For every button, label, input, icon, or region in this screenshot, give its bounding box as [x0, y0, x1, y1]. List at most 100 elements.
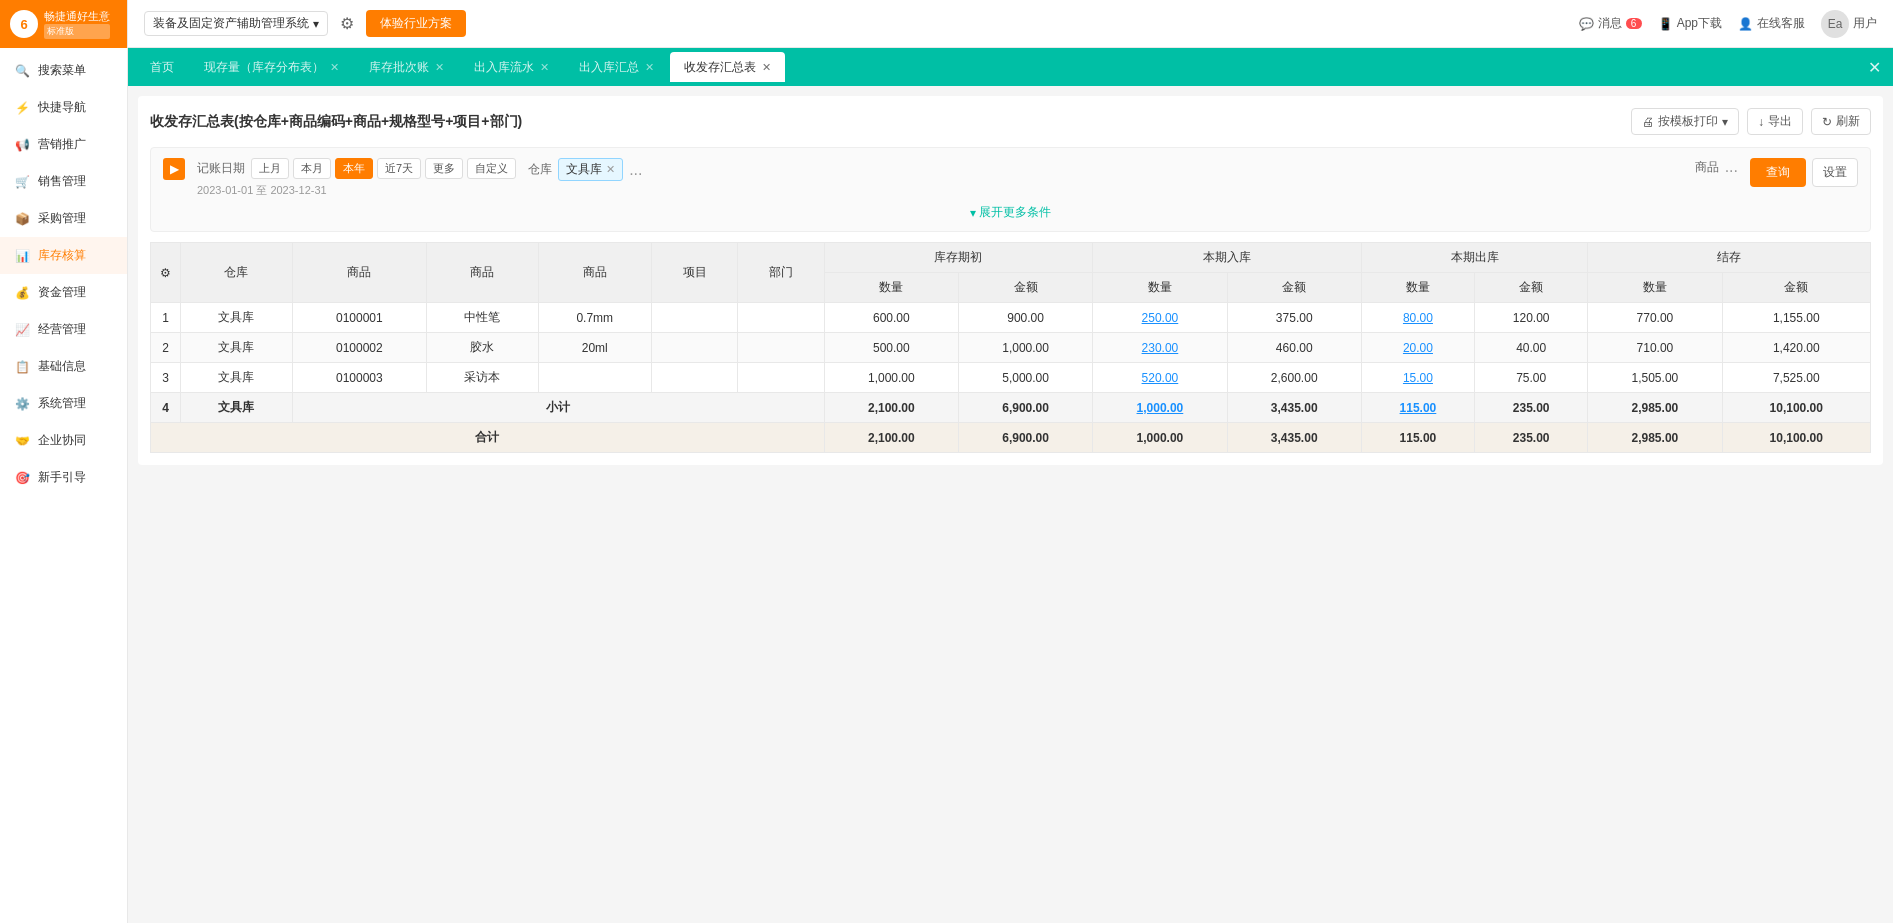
sidebar-item-quicknav[interactable]: ⚡ 快捷导航 — [0, 89, 127, 126]
sub-out-qty[interactable]: 115.00 — [1361, 393, 1474, 423]
sidebar-label-system: 系统管理 — [38, 395, 86, 412]
expand-conditions-btn[interactable]: ▾ 展开更多条件 — [970, 204, 1051, 221]
date-btn-this-month[interactable]: 本月 — [293, 158, 331, 179]
message-action[interactable]: 💬 消息 6 — [1579, 15, 1642, 32]
logo-text-block: 畅捷通好生意 标准版 — [44, 9, 110, 38]
total-out-qty: 115.00 — [1361, 423, 1474, 453]
total-out-amt: 235.00 — [1475, 423, 1588, 453]
finance-icon: 💰 — [14, 285, 30, 301]
warehouse-tag-close[interactable]: ✕ — [606, 163, 615, 176]
sidebar-item-coop[interactable]: 🤝 企业协同 — [0, 422, 127, 459]
row-out-qty[interactable]: 80.00 — [1361, 303, 1474, 333]
th-group-out: 本期出库 — [1361, 243, 1587, 273]
total-label: 合计 — [151, 423, 825, 453]
sidebar: 6 畅捷通好生意 标准版 🔍 搜索菜单 ⚡ 快捷导航 📢 营销推广 🛒 销售管理… — [0, 0, 128, 923]
tab-batch-ledger[interactable]: 库存批次账 ✕ — [355, 52, 458, 82]
sidebar-item-sales[interactable]: 🛒 销售管理 — [0, 163, 127, 200]
purchase-icon: 📦 — [14, 211, 30, 227]
online-service-action[interactable]: 👤 在线客服 — [1738, 15, 1805, 32]
inventory-icon: 📊 — [14, 248, 30, 264]
date-btn-more[interactable]: 更多 — [425, 158, 463, 179]
query-button[interactable]: 查询 — [1750, 158, 1806, 187]
chevron-print-icon: ▾ — [1722, 115, 1728, 129]
sidebar-label-purchase: 采购管理 — [38, 210, 86, 227]
row-warehouse: 文具库 — [181, 363, 293, 393]
sidebar-item-system[interactable]: ⚙️ 系统管理 — [0, 385, 127, 422]
row-goods-spec: 0.7mm — [538, 303, 651, 333]
table-settings-icon[interactable]: ⚙ — [160, 266, 171, 280]
tab-inout-flow-close[interactable]: ✕ — [540, 61, 549, 74]
total-opening-qty: 2,100.00 — [824, 423, 958, 453]
sidebar-item-newguide[interactable]: 🎯 新手引导 — [0, 459, 127, 496]
sidebar-item-search[interactable]: 🔍 搜索菜单 — [0, 52, 127, 89]
filter-collapse-btn[interactable]: ▶ — [163, 158, 185, 180]
row-out-qty[interactable]: 15.00 — [1361, 363, 1474, 393]
date-btn-custom[interactable]: 自定义 — [467, 158, 516, 179]
system-selector[interactable]: 装备及固定资产辅助管理系统 ▾ — [144, 11, 328, 36]
system-title: 装备及固定资产辅助管理系统 — [153, 15, 309, 32]
tab-inout-summary-close[interactable]: ✕ — [645, 61, 654, 74]
sidebar-item-marketing[interactable]: 📢 营销推广 — [0, 126, 127, 163]
warehouse-more[interactable]: ... — [629, 161, 642, 179]
row-in-amt: 375.00 — [1227, 303, 1361, 333]
row-closing-amt: 1,155.00 — [1722, 303, 1870, 333]
page-title: 收发存汇总表(按仓库+商品编码+商品+规格型号+项目+部门) — [150, 113, 522, 131]
row-out-qty[interactable]: 20.00 — [1361, 333, 1474, 363]
th-group-in: 本期入库 — [1093, 243, 1362, 273]
sidebar-label-baseinfo: 基础信息 — [38, 358, 86, 375]
setting-button[interactable]: 设置 — [1812, 158, 1858, 187]
date-btn-7days[interactable]: 近7天 — [377, 158, 421, 179]
warehouse-tag: 文具库 ✕ — [558, 158, 623, 181]
goods-more[interactable]: ... — [1725, 158, 1738, 176]
tab-stock-dist-close[interactable]: ✕ — [330, 61, 339, 74]
tab-collect-summary-close[interactable]: ✕ — [762, 61, 771, 74]
th-out-amt: 金额 — [1475, 273, 1588, 303]
th-project: 项目 — [651, 243, 737, 303]
tab-inout-summary[interactable]: 出入库汇总 ✕ — [565, 52, 668, 82]
logo-icon: 6 — [10, 10, 38, 38]
tab-bar: 首页 现存量（库存分布表） ✕ 库存批次账 ✕ 出入库流水 ✕ 出入库汇总 ✕ … — [128, 48, 1893, 86]
app-download-action[interactable]: 📱 App下载 — [1658, 15, 1722, 32]
row-in-amt: 2,600.00 — [1227, 363, 1361, 393]
print-btn[interactable]: 🖨 按模板打印 ▾ — [1631, 108, 1739, 135]
sub-in-qty[interactable]: 1,000.00 — [1093, 393, 1227, 423]
gear-settings-icon[interactable]: ⚙ — [340, 14, 354, 33]
online-service-label: 在线客服 — [1757, 15, 1805, 32]
tab-collect-summary[interactable]: 收发存汇总表 ✕ — [670, 52, 785, 82]
refresh-btn[interactable]: ↻ 刷新 — [1811, 108, 1871, 135]
th-goods-name: 商品 — [427, 243, 539, 303]
tab-inout-flow-label: 出入库流水 — [474, 59, 534, 76]
row-in-qty[interactable]: 520.00 — [1093, 363, 1227, 393]
row-goods-code: 0100003 — [292, 363, 426, 393]
close-all-tabs-icon[interactable]: ✕ — [1864, 54, 1885, 81]
tab-inout-flow[interactable]: 出入库流水 ✕ — [460, 52, 563, 82]
sidebar-item-inventory[interactable]: 📊 库存核算 — [0, 237, 127, 274]
sub-no: 4 — [151, 393, 181, 423]
date-btn-this-year[interactable]: 本年 — [335, 158, 373, 179]
goods-label: 商品 — [1695, 159, 1719, 176]
row-opening-qty: 1,000.00 — [824, 363, 958, 393]
filter-top-row: ▶ 记账日期 上月 本月 本年 近7天 更多 自定义 — [163, 158, 1858, 198]
user-action[interactable]: Ea 用户 — [1821, 10, 1877, 38]
sidebar-item-finance[interactable]: 💰 资金管理 — [0, 274, 127, 311]
row-goods-code: 0100002 — [292, 333, 426, 363]
sidebar-item-purchase[interactable]: 📦 采购管理 — [0, 200, 127, 237]
sidebar-item-business[interactable]: 📈 经营管理 — [0, 311, 127, 348]
goods-filter: 商品 ... — [1695, 158, 1738, 176]
th-department: 部门 — [738, 243, 824, 303]
th-group-closing: 结存 — [1588, 243, 1871, 273]
export-btn[interactable]: ↓ 导出 — [1747, 108, 1803, 135]
row-goods-name: 中性笔 — [427, 303, 539, 333]
row-in-qty[interactable]: 250.00 — [1093, 303, 1227, 333]
sidebar-item-baseinfo[interactable]: 📋 基础信息 — [0, 348, 127, 385]
trial-btn[interactable]: 体验行业方案 — [366, 10, 466, 37]
row-goods-name: 采访本 — [427, 363, 539, 393]
row-closing-qty: 770.00 — [1588, 303, 1722, 333]
tab-stock-dist[interactable]: 现存量（库存分布表） ✕ — [190, 52, 353, 82]
tab-home[interactable]: 首页 — [136, 52, 188, 82]
tab-batch-ledger-close[interactable]: ✕ — [435, 61, 444, 74]
date-btn-last-month[interactable]: 上月 — [251, 158, 289, 179]
subtotal-row: 4 文具库 小计 2,100.00 6,900.00 1,000.00 3,43… — [151, 393, 1871, 423]
row-warehouse: 文具库 — [181, 333, 293, 363]
row-in-qty[interactable]: 230.00 — [1093, 333, 1227, 363]
